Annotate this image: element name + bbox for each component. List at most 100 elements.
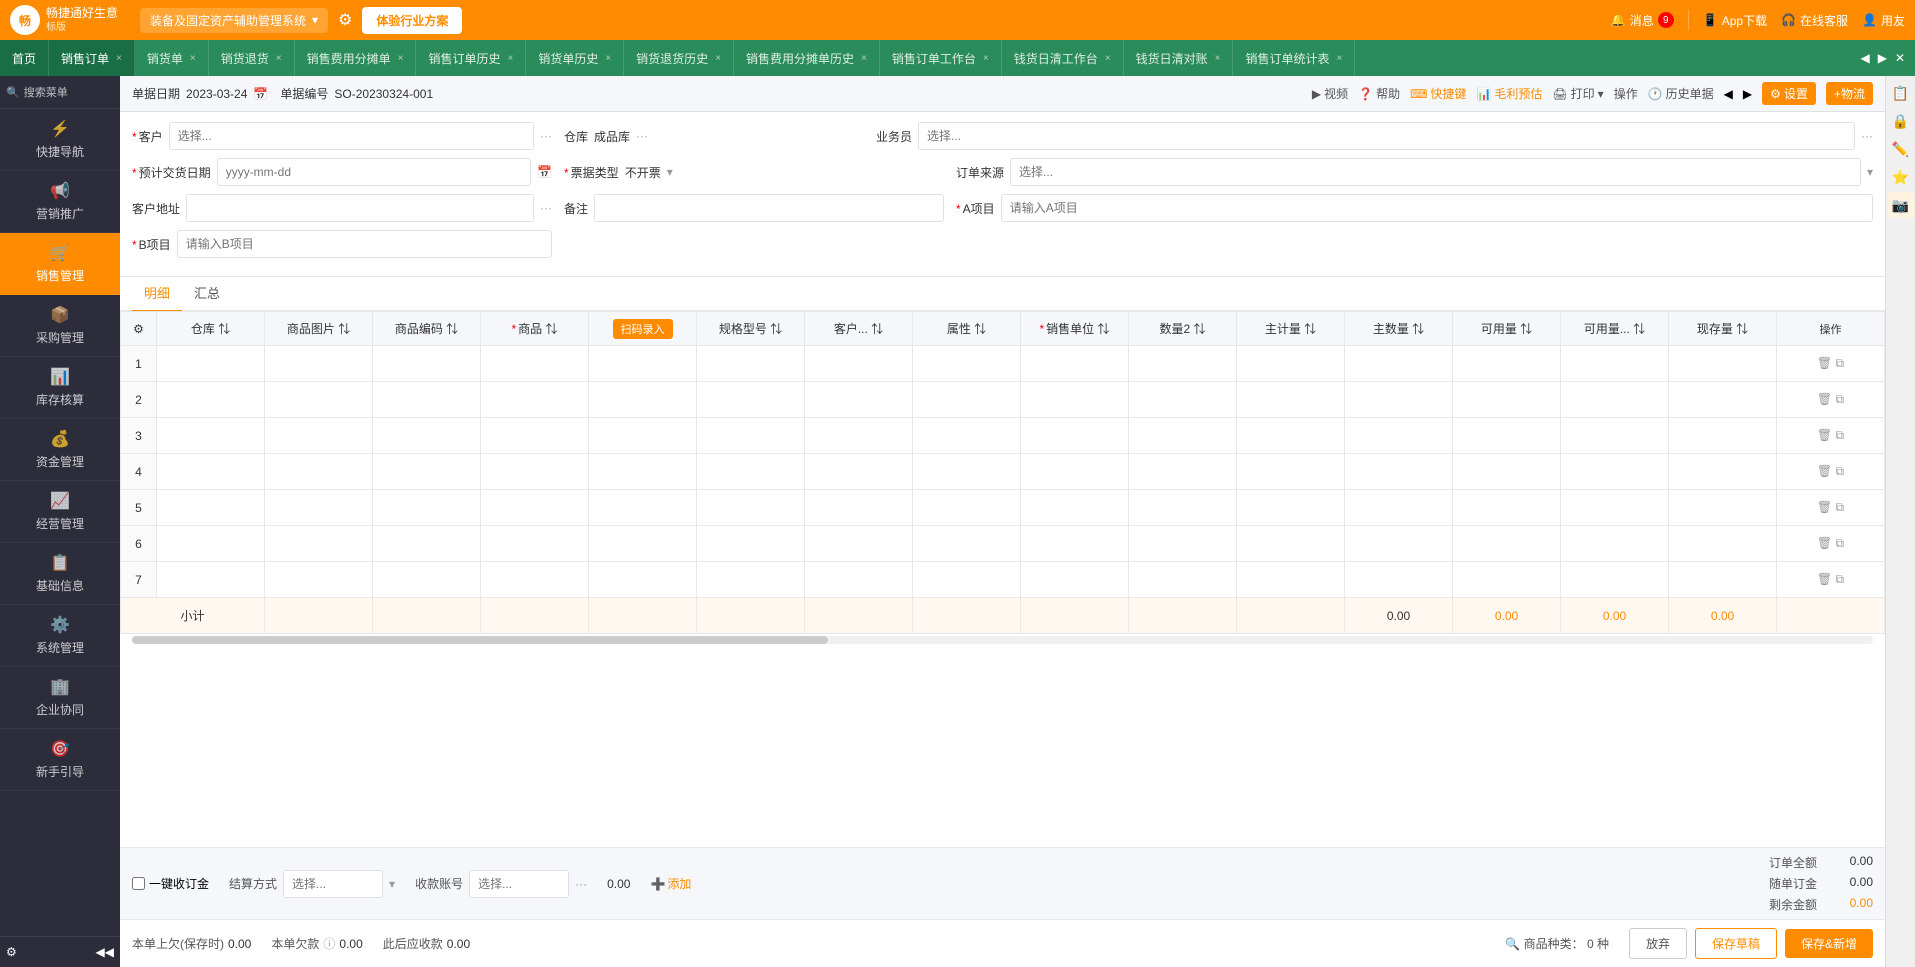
user-menu[interactable]: 👤 用友 xyxy=(1862,12,1905,29)
staff-input[interactable] xyxy=(918,122,1855,150)
b-project-input[interactable] xyxy=(177,230,552,258)
tab-return-history[interactable]: 销货退货历史 × xyxy=(624,40,734,76)
tab-order-stats[interactable]: 销售订单统计表 × xyxy=(1233,40,1355,76)
row-spec[interactable] xyxy=(697,346,805,382)
panel-icon-clipboard[interactable]: 📋 xyxy=(1888,80,1914,106)
delete-icon[interactable]: 🗑 xyxy=(1817,572,1832,586)
save-draft-button[interactable]: 保存草稿 xyxy=(1695,928,1777,959)
close-icon[interactable]: × xyxy=(1215,53,1221,64)
sidebar-collapse-icon[interactable]: ◀◀ xyxy=(96,945,114,959)
view-action-btn[interactable]: ▶ 视频 xyxy=(1312,85,1348,102)
settlement-input[interactable] xyxy=(283,870,383,898)
tab-sales-return[interactable]: 销货退货 × xyxy=(209,40,295,76)
customer-input[interactable] xyxy=(169,122,534,150)
sidebar-item-marketing[interactable]: 📢 营销推广 xyxy=(0,171,120,233)
row-available[interactable] xyxy=(1453,346,1561,382)
profit-action-btn[interactable]: 📊 毛利预估 xyxy=(1476,85,1542,102)
row-qty2[interactable] xyxy=(1129,346,1237,382)
add-material-button[interactable]: +物流 xyxy=(1826,82,1873,105)
tab-goods-history[interactable]: 销货单历史 × xyxy=(526,40,624,76)
close-icon[interactable]: × xyxy=(398,53,404,64)
tab-sales-order[interactable]: 销售订单 × xyxy=(49,40,135,76)
save-new-button[interactable]: 保存&新增 xyxy=(1785,929,1873,958)
industry-solution-button[interactable]: 体验行业方案 xyxy=(362,7,462,34)
app-download-button[interactable]: 📱 App下载 xyxy=(1703,12,1767,29)
customer-more-icon[interactable]: ··· xyxy=(540,129,552,143)
sidebar-settings-icon[interactable]: ⚙ xyxy=(6,945,17,959)
nav-prev-icon[interactable]: ◀ xyxy=(1724,87,1733,101)
sidebar-item-finance[interactable]: 💰 资金管理 xyxy=(0,419,120,481)
sidebar-item-inventory[interactable]: 📊 库存核算 xyxy=(0,357,120,419)
panel-icon-star[interactable]: ⭐ xyxy=(1888,164,1914,190)
customer-address-input[interactable] xyxy=(186,194,534,222)
order-source-input[interactable] xyxy=(1010,158,1861,186)
copy-icon[interactable]: ⧉ xyxy=(1836,572,1845,586)
remark-input[interactable] xyxy=(594,194,944,222)
bank-account-more-icon[interactable]: ··· xyxy=(575,877,587,891)
copy-icon[interactable]: ⧉ xyxy=(1836,536,1845,550)
sidebar-item-quick-nav[interactable]: ⚡ 快捷导航 xyxy=(0,109,120,171)
add-button[interactable]: ➕ 添加 xyxy=(650,875,691,892)
column-settings-icon[interactable]: ⚙ xyxy=(133,322,144,336)
operations-action-btn[interactable]: 操作 xyxy=(1614,85,1638,102)
discard-button[interactable]: 放弃 xyxy=(1629,928,1687,959)
sidebar-item-guide[interactable]: 🎯 新手引导 xyxy=(0,729,120,791)
shortcut-action-btn[interactable]: ⌨ 快捷键 xyxy=(1410,85,1466,102)
delete-icon[interactable]: 🗑 xyxy=(1817,500,1832,514)
print-action-btn[interactable]: 🖨 打印 ▾ xyxy=(1552,85,1603,102)
delete-icon[interactable]: 🗑 xyxy=(1817,356,1832,370)
bank-account-input[interactable] xyxy=(469,870,569,898)
row-scan[interactable] xyxy=(589,346,697,382)
nav-close-all[interactable]: ✕ xyxy=(1891,49,1909,67)
tab-detail[interactable]: 明细 xyxy=(132,275,182,312)
help-circle-icon[interactable]: ⓘ xyxy=(323,935,335,952)
row-warehouse[interactable] xyxy=(157,346,265,382)
calendar-icon[interactable]: 📅 xyxy=(253,87,268,101)
horizontal-scrollbar[interactable] xyxy=(132,636,1873,644)
delete-icon[interactable]: 🗑 xyxy=(1817,392,1832,406)
row-unit[interactable] xyxy=(1021,346,1129,382)
copy-icon[interactable]: ⧉ xyxy=(1836,428,1845,442)
close-icon[interactable]: × xyxy=(276,53,282,64)
panel-icon-edit[interactable]: ✏️ xyxy=(1888,136,1914,162)
copy-icon[interactable]: ⧉ xyxy=(1836,392,1845,406)
close-icon[interactable]: × xyxy=(1336,53,1342,64)
row-product-code[interactable] xyxy=(373,346,481,382)
copy-icon[interactable]: ⧉ xyxy=(1836,464,1845,478)
tab-sales-fee[interactable]: 销售费用分摊单 × xyxy=(295,40,417,76)
online-support-button[interactable]: 🎧 在线客服 xyxy=(1781,12,1848,29)
tab-home[interactable]: 首页 xyxy=(0,40,49,76)
close-icon[interactable]: × xyxy=(1105,53,1111,64)
settings-gear-icon[interactable]: ⚙ xyxy=(338,10,352,30)
tab-fee-history[interactable]: 销售费用分摊单历史 × xyxy=(734,40,880,76)
th-settings[interactable]: ⚙ xyxy=(121,312,157,346)
tab-daily-workbench[interactable]: 钱货日清工作台 × xyxy=(1002,40,1124,76)
scan-input-button[interactable]: 扫码录入 xyxy=(613,319,673,339)
one-click-payment-checkbox[interactable]: 一键收订金 xyxy=(132,875,209,892)
row-product-name[interactable] xyxy=(481,346,589,382)
sidebar-item-basic[interactable]: 📋 基础信息 xyxy=(0,543,120,605)
close-icon[interactable]: × xyxy=(507,53,513,64)
delete-icon[interactable]: 🗑 xyxy=(1817,536,1832,550)
row-main-unit[interactable] xyxy=(1237,346,1345,382)
delete-icon[interactable]: 🗑 xyxy=(1817,464,1832,478)
row-main-qty[interactable] xyxy=(1345,346,1453,382)
row-attributes[interactable] xyxy=(913,346,1021,382)
nav-left-arrow[interactable]: ◀ xyxy=(1856,49,1873,67)
message-button[interactable]: 🔔 消息 9 xyxy=(1611,12,1674,29)
row-stock[interactable] xyxy=(1669,346,1777,382)
row-available2[interactable] xyxy=(1561,346,1669,382)
warehouse-more-icon[interactable]: ··· xyxy=(636,129,648,143)
sidebar-item-sales[interactable]: 🛒 销售管理 xyxy=(0,233,120,295)
close-icon[interactable]: × xyxy=(983,53,989,64)
sidebar-item-operations[interactable]: 📈 经营管理 xyxy=(0,481,120,543)
sidebar-search[interactable]: 🔍 搜索菜单 xyxy=(0,76,120,109)
history-action-btn[interactable]: 🕐 历史单据 xyxy=(1648,85,1714,102)
sidebar-item-system[interactable]: ⚙️ 系统管理 xyxy=(0,605,120,667)
system-selector[interactable]: 装备及固定资产辅助管理系统 ▾ xyxy=(140,8,328,33)
tab-sales-goods[interactable]: 销货单 × xyxy=(135,40,209,76)
help-action-btn[interactable]: ❓ 帮助 xyxy=(1358,85,1400,102)
tab-order-workbench[interactable]: 销售订单工作台 × xyxy=(880,40,1002,76)
sidebar-item-enterprise[interactable]: 🏢 企业协同 xyxy=(0,667,120,729)
delivery-calendar-icon[interactable]: 📅 xyxy=(537,165,552,179)
